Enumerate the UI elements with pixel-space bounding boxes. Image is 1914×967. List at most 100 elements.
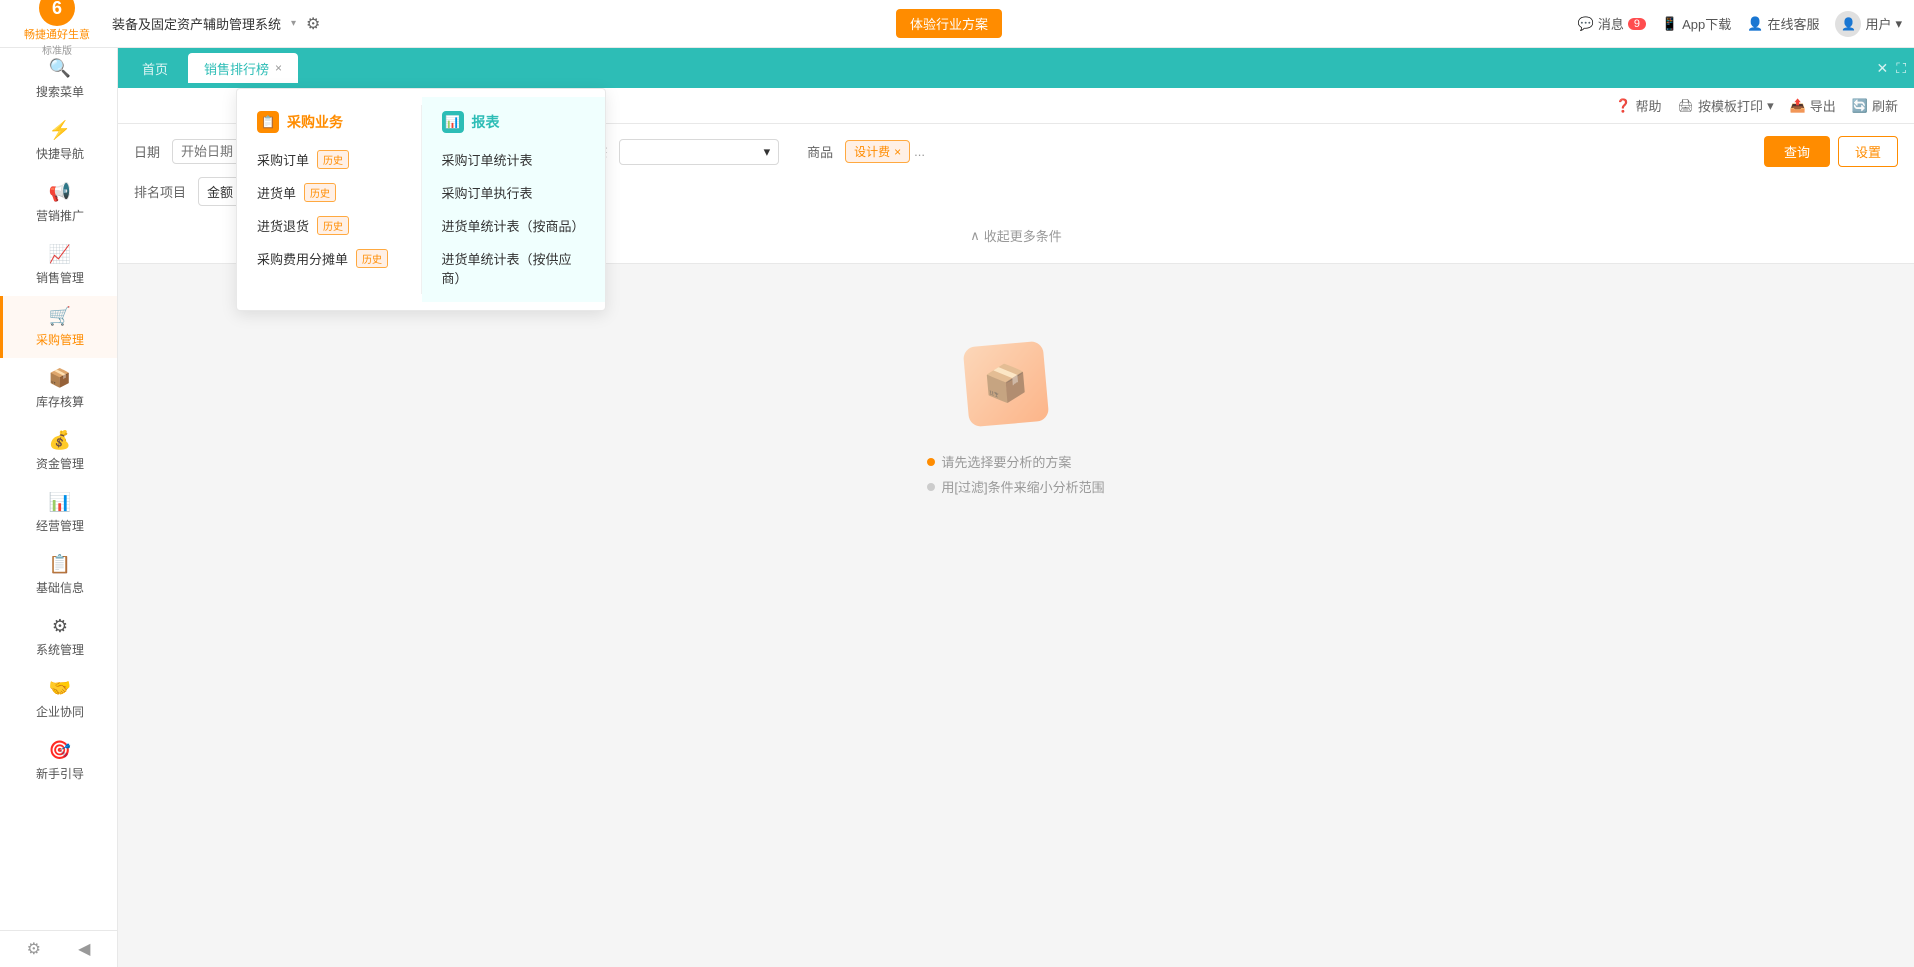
purchase-icon: 🛒 [49, 306, 71, 327]
system-title: 装备及固定资产辅助管理系统 [112, 14, 281, 33]
empty-hint-text-2: 用[过滤]条件来缩小分析范围 [941, 477, 1104, 496]
product-tag-close[interactable]: × [894, 145, 901, 159]
top-bar: 6 畅捷通好生意 标准版 装备及固定资产辅助管理系统 ▾ ⚙ 体验行业方案 💬 … [0, 0, 1914, 48]
product-more-dots[interactable]: ... [914, 144, 925, 159]
search-icon: 🔍 [49, 58, 71, 79]
newbie-icon: 🎯 [49, 740, 71, 761]
sidebar-item-inventory[interactable]: 📦 库存核算 [0, 358, 117, 420]
query-button[interactable]: 查询 [1764, 136, 1830, 167]
purchase-expense-badge: 历史 [356, 249, 388, 268]
product-filter: 设计费 × ... [845, 140, 925, 163]
sidebar-item-basic-info[interactable]: 📋 基础信息 [0, 544, 117, 606]
dropdown-report-col: 📊 报表 采购订单统计表 采购订单执行表 进货单统计表（按商品） 进货单统计表（… [422, 97, 606, 302]
dropdown-item-goods-in-stats-supplier[interactable]: 进货单统计表（按供应商） [422, 242, 606, 294]
sidebar-item-marketing[interactable]: 📢 营销推广 [0, 172, 117, 234]
report-col-title: 报表 [472, 112, 500, 132]
lightning-icon: ⚡ [49, 120, 71, 141]
goods-return-badge: 历史 [317, 216, 349, 235]
top-bar-right: 💬 消息 9 📱 App下载 👤 在线客服 👤 用户 ▾ [1578, 11, 1902, 37]
logo-area: 6 畅捷通好生意 标准版 [12, 0, 102, 57]
print-label: 按模板打印 [1698, 96, 1763, 115]
sidebar-item-sales[interactable]: 📈 销售管理 [0, 234, 117, 296]
service-label: 在线客服 [1767, 14, 1819, 33]
tab-home-label: 首页 [142, 59, 168, 78]
rank-value: 金额 [207, 182, 233, 201]
sidebar-item-operations[interactable]: 📊 经营管理 [0, 482, 117, 544]
phone-icon: 📱 [1662, 16, 1678, 32]
rank-label: 排名项目 [134, 182, 186, 201]
main-layout: 🔍 搜索菜单 ⚡ 快捷导航 📢 营销推广 📈 销售管理 🛒 采购管理 📦 库存核… [0, 48, 1914, 967]
sidebar-item-finance[interactable]: 💰 资金管理 [0, 420, 117, 482]
sidebar-label-marketing: 营销推广 [36, 207, 84, 224]
sidebar-footer-settings-icon[interactable]: ⚙ [27, 939, 41, 959]
message-label: 消息 [1598, 14, 1624, 33]
tab-close-all-icon[interactable]: ✕ [1876, 60, 1888, 77]
dropdown-label-goods-in-stats-product: 进货单统计表（按商品） [442, 216, 585, 235]
app-download-item[interactable]: 📱 App下载 [1662, 14, 1731, 33]
tab-home[interactable]: 首页 [126, 53, 184, 83]
help-button[interactable]: ❓ 帮助 [1615, 96, 1661, 115]
sidebar-label-basic-info: 基础信息 [36, 579, 84, 596]
logo-icon: 6 [39, 0, 75, 26]
system-title-dropdown[interactable]: ▾ [291, 18, 296, 29]
product-tag: 设计费 × [845, 140, 910, 163]
empty-icon: 📦 [966, 344, 1066, 444]
purchase-col-title: 采购业务 [287, 112, 343, 132]
status-select[interactable]: ▾ [619, 139, 779, 165]
sidebar-footer-collapse-icon[interactable]: ◀ [78, 939, 90, 959]
sales-icon: 📈 [49, 244, 71, 265]
dropdown-item-purchase-order-exec[interactable]: 采购订单执行表 [422, 176, 606, 209]
sidebar-item-newbie[interactable]: 🎯 新手引导 [0, 730, 117, 792]
help-icon: ❓ [1615, 98, 1631, 114]
sidebar-label-system: 系统管理 [36, 641, 84, 658]
industry-solution-button[interactable]: 体验行业方案 [896, 9, 1002, 38]
sidebar-item-enterprise[interactable]: 🤝 企业协同 [0, 668, 117, 730]
print-icon: 🖨 [1678, 98, 1695, 114]
enterprise-icon: 🤝 [49, 678, 71, 699]
date-label: 日期 [134, 142, 160, 161]
empty-icon-graphic: 📦 [963, 341, 1050, 428]
service-icon: 👤 [1747, 16, 1763, 32]
user-item[interactable]: 👤 用户 ▾ [1835, 11, 1902, 37]
sidebar-item-purchase[interactable]: 🛒 采购管理 [0, 296, 117, 358]
logo-brand: 畅捷通好生意 [24, 26, 90, 42]
print-button[interactable]: 🖨 按模板打印 ▾ [1678, 96, 1774, 115]
basic-info-icon: 📋 [49, 554, 71, 575]
message-badge: 9 [1628, 18, 1646, 30]
dropdown-item-purchase-order[interactable]: 采购订单 历史 [237, 143, 421, 176]
refresh-button[interactable]: 🔄 刷新 [1852, 96, 1898, 115]
dropdown-item-goods-return[interactable]: 进货退货 历史 [237, 209, 421, 242]
sidebar-label-search: 搜索菜单 [36, 83, 84, 100]
finance-icon: 💰 [49, 430, 71, 451]
dropdown-menu: 📋 采购业务 采购订单 历史 进货单 历史 进货退货 历史 采购费用分摊单 [236, 88, 606, 311]
tab-sales-rank[interactable]: 销售排行榜 × [188, 53, 298, 83]
tab-close-icon[interactable]: × [275, 61, 282, 75]
tab-bar: 首页 销售排行榜 × ✕ ⛶ [118, 48, 1914, 88]
sidebar-item-system[interactable]: ⚙ 系统管理 [0, 606, 117, 668]
dropdown-item-purchase-order-stats[interactable]: 采购订单统计表 [422, 143, 606, 176]
empty-hint-2: 用[过滤]条件来缩小分析范围 [927, 477, 1104, 496]
sidebar-label-inventory: 库存核算 [36, 393, 84, 410]
settings-button[interactable]: 设置 [1838, 136, 1898, 167]
inventory-icon: 📦 [49, 368, 71, 389]
export-icon: 📤 [1790, 98, 1806, 114]
service-item[interactable]: 👤 在线客服 [1747, 14, 1819, 33]
dropdown-item-purchase-expense[interactable]: 采购费用分摊单 历史 [237, 242, 421, 275]
collapse-button[interactable]: ∧ 收起更多条件 [964, 220, 1068, 251]
dropdown-item-goods-in-stats-product[interactable]: 进货单统计表（按商品） [422, 209, 606, 242]
hint-dot-1 [927, 458, 935, 466]
dropdown-item-goods-in[interactable]: 进货单 历史 [237, 176, 421, 209]
tab-maximize-icon[interactable]: ⛶ [1896, 60, 1906, 77]
sidebar-label-newbie: 新手引导 [36, 765, 84, 782]
collapse-icon: ∧ [970, 228, 980, 244]
sidebar-label-purchase: 采购管理 [36, 331, 84, 348]
message-item[interactable]: 💬 消息 9 [1578, 14, 1646, 33]
sidebar-item-quick-nav[interactable]: ⚡ 快捷导航 [0, 110, 117, 172]
sidebar-item-search[interactable]: 🔍 搜索菜单 [0, 48, 117, 110]
export-button[interactable]: 📤 导出 [1790, 96, 1836, 115]
topbar-settings-icon[interactable]: ⚙ [306, 14, 320, 34]
app-label: App下载 [1682, 14, 1731, 33]
purchase-col-icon: 📋 [257, 111, 279, 133]
operations-icon: 📊 [49, 492, 71, 513]
dropdown-label-purchase-expense: 采购费用分摊单 [257, 249, 348, 268]
